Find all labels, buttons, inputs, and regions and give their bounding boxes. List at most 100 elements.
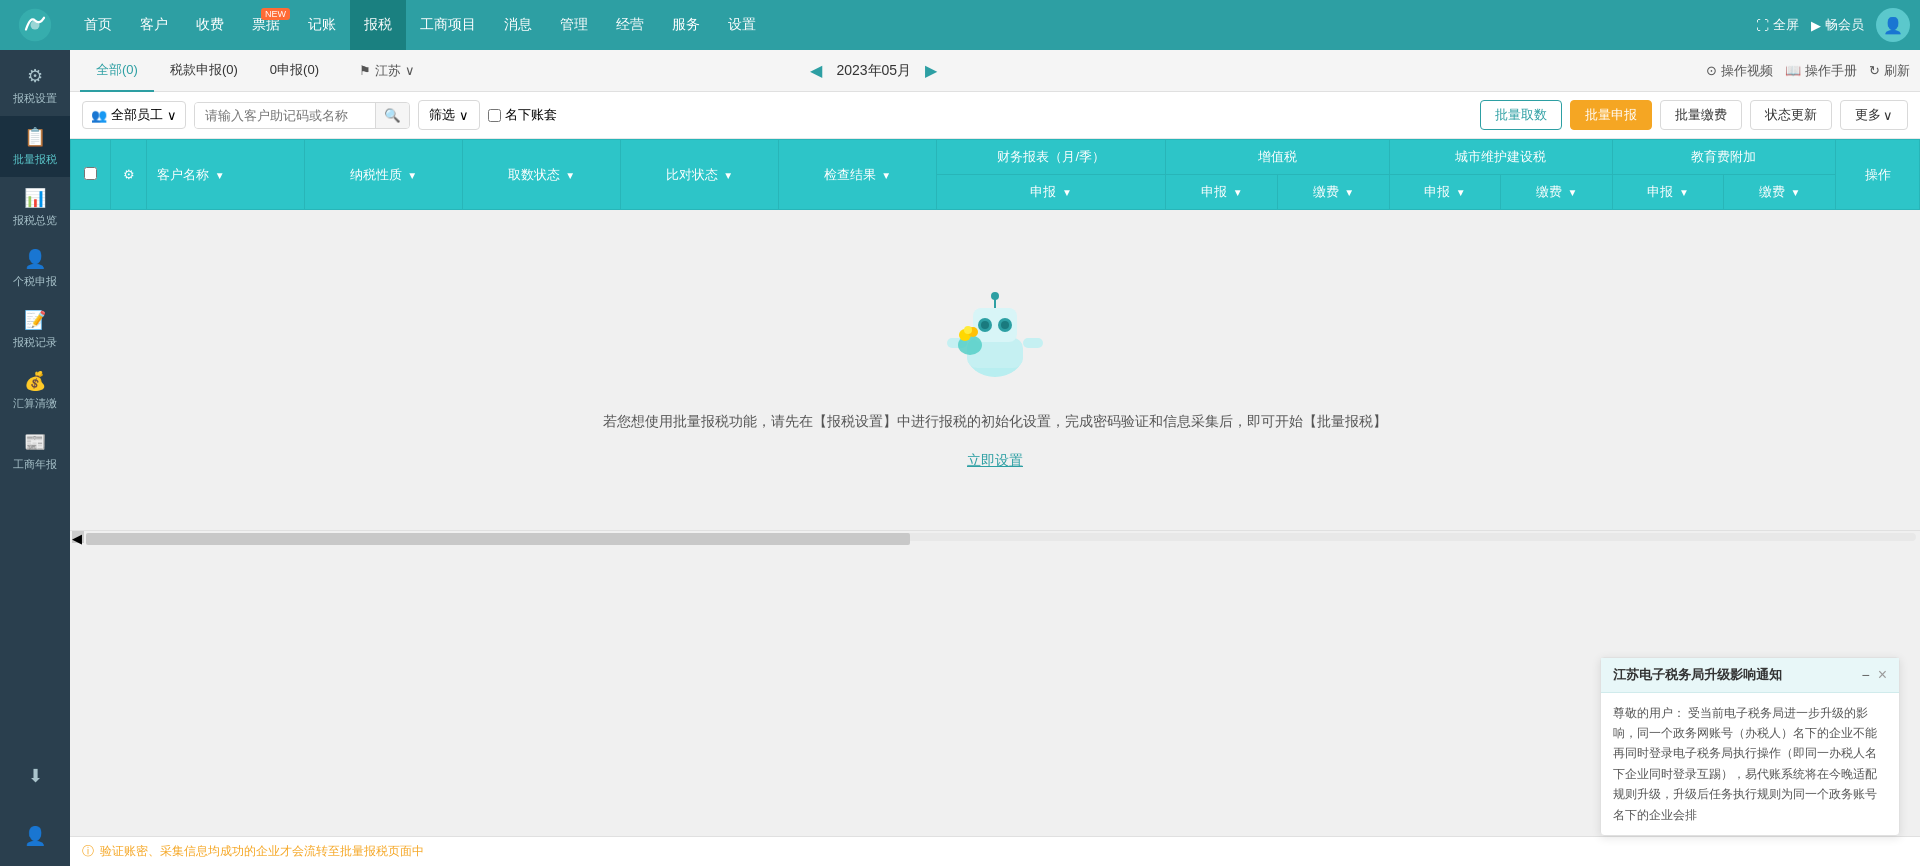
nav-invoice[interactable]: 票据 NEW <box>238 0 294 50</box>
th-check-result: 检查结果 ▼ <box>778 140 936 210</box>
employee-icon: 👥 <box>91 108 107 123</box>
batch-pay-button[interactable]: 批量缴费 <box>1660 100 1742 130</box>
th-vat-pay: 缴费 ▼ <box>1278 175 1390 210</box>
period-text: 2023年05月 <box>836 62 911 80</box>
nav-billing[interactable]: 收费 <box>182 0 238 50</box>
period-next-button[interactable]: ▶ <box>919 59 943 83</box>
svg-point-10 <box>991 292 999 300</box>
check-result-filter-icon[interactable]: ▼ <box>881 170 891 181</box>
notification-header: 江苏电子税务局升级影响通知 − × <box>1601 658 1899 693</box>
user-avatar[interactable]: 👤 <box>1876 8 1910 42</box>
employee-select[interactable]: 👥 全部员工 ∨ <box>82 101 186 129</box>
financial-declare-filter-icon[interactable]: ▼ <box>1062 187 1072 198</box>
checkbox-label[interactable]: 名下账套 <box>488 106 557 124</box>
tax-type-filter-icon[interactable]: ▼ <box>407 170 417 181</box>
filter-dropdown-icon: ∨ <box>459 108 469 123</box>
sidebar-item-tax-summary[interactable]: 📊 报税总览 <box>0 177 70 238</box>
search-input[interactable] <box>195 103 375 128</box>
city-pay-filter-icon[interactable]: ▼ <box>1567 187 1577 198</box>
toolbar: 👥 全部员工 ∨ 🔍 筛选 ∨ 名下账套 批量取数 批量申报 批量缴费 状态更新 <box>70 92 1920 139</box>
sidebar-bottom: ⬇ 👤 <box>0 746 70 866</box>
vat-pay-filter-icon[interactable]: ▼ <box>1344 187 1354 198</box>
h-scroll-left[interactable]: ◀ <box>72 531 84 543</box>
client-name-filter-icon[interactable]: ▼ <box>215 170 225 181</box>
sidebar-item-tax-settings[interactable]: ⚙ 报税设置 <box>0 55 70 116</box>
fullscreen-button[interactable]: ⛶ 全屏 <box>1756 16 1799 34</box>
city-declare-filter-icon[interactable]: ▼ <box>1456 187 1466 198</box>
svg-point-16 <box>964 326 972 334</box>
province-icon: ⚑ <box>359 63 371 78</box>
th-city-pay: 缴费 ▼ <box>1501 175 1613 210</box>
th-gear: ⚙ <box>111 140 147 210</box>
bottom-bar-message: 验证账密、采集信息均成功的企业才会流转至批量报税页面中 <box>100 843 424 860</box>
search-button[interactable]: 🔍 <box>375 103 409 128</box>
fetch-status-filter-icon[interactable]: ▼ <box>565 170 575 181</box>
th-education-tax: 教育费附加 <box>1612 140 1835 175</box>
tab-zero-declare[interactable]: 0申报(0) <box>254 50 335 92</box>
th-edu-pay: 缴费 ▼ <box>1724 175 1836 210</box>
nav-service[interactable]: 服务 <box>658 0 714 50</box>
refresh-icon: ↻ <box>1869 63 1880 78</box>
more-dropdown-icon: ∨ <box>1883 108 1893 123</box>
annual-icon: 📰 <box>24 431 46 453</box>
svg-rect-12 <box>1023 338 1043 348</box>
setup-link[interactable]: 立即设置 <box>967 452 1023 470</box>
sidebar-item-settlement[interactable]: 💰 汇算清缴 <box>0 360 70 421</box>
status-update-button[interactable]: 状态更新 <box>1750 100 1832 130</box>
sidebar-item-personal-tax[interactable]: 👤 个税申报 <box>0 238 70 299</box>
nav-business[interactable]: 工商项目 <box>406 0 490 50</box>
robot-illustration <box>935 270 1055 390</box>
nav-accounting[interactable]: 记账 <box>294 0 350 50</box>
batch-fetch-button[interactable]: 批量取数 <box>1480 100 1562 130</box>
province-selector[interactable]: ⚑ 江苏 ∨ <box>351 62 423 80</box>
gear-icon[interactable]: ⚙ <box>123 167 135 182</box>
nav-settings[interactable]: 设置 <box>714 0 770 50</box>
refresh-button[interactable]: ↻ 刷新 <box>1869 62 1910 80</box>
nav-operation[interactable]: 经营 <box>602 0 658 50</box>
more-button[interactable]: 更多 ∨ <box>1840 100 1908 130</box>
bottom-bar: ⓘ 验证账密、采集信息均成功的企业才会流转至批量报税页面中 <box>70 836 1920 866</box>
employee-dropdown-icon: ∨ <box>167 108 177 123</box>
app-logo[interactable] <box>10 5 60 45</box>
h-scroll-track <box>86 533 1916 541</box>
th-tax-type: 纳税性质 ▼ <box>304 140 462 210</box>
member-button[interactable]: ▶ 畅会员 <box>1811 16 1864 34</box>
video-icon: ⊙ <box>1706 63 1717 78</box>
filter-button[interactable]: 筛选 ∨ <box>418 100 480 130</box>
svg-point-8 <box>1001 321 1009 329</box>
tab-all[interactable]: 全部(0) <box>80 50 154 92</box>
select-all-checkbox[interactable] <box>84 167 97 180</box>
sidebar: ⚙ 报税设置 📋 批量报税 📊 报税总览 👤 个税申报 📝 报税记录 💰 汇算清… <box>0 50 70 866</box>
name-account-checkbox[interactable] <box>488 109 501 122</box>
nav-message[interactable]: 消息 <box>490 0 546 50</box>
th-vat-declare: 申报 ▼ <box>1166 175 1278 210</box>
nav-tax[interactable]: 报税 <box>350 0 406 50</box>
h-scroll-thumb[interactable] <box>86 533 910 545</box>
operation-manual-button[interactable]: 📖 操作手册 <box>1785 62 1857 80</box>
sidebar-item-tax-record[interactable]: 📝 报税记录 <box>0 299 70 360</box>
operation-video-button[interactable]: ⊙ 操作视频 <box>1706 62 1773 80</box>
nav-manage[interactable]: 管理 <box>546 0 602 50</box>
dropdown-icon: ∨ <box>405 63 415 78</box>
th-vat: 增值税 <box>1166 140 1389 175</box>
sidebar-item-download[interactable]: ⬇ <box>0 746 70 806</box>
edu-declare-filter-icon[interactable]: ▼ <box>1679 187 1689 198</box>
period-prev-button[interactable]: ◀ <box>804 59 828 83</box>
sidebar-item-user[interactable]: 👤 <box>0 806 70 866</box>
notif-minimize-button[interactable]: − <box>1861 667 1869 683</box>
notification-body: 尊敬的用户： 受当前电子税务局进一步升级的影响，同一个政务网账号（办税人）名下的… <box>1601 693 1899 835</box>
tab-tax-declare[interactable]: 税款申报(0) <box>154 50 254 92</box>
batch-declare-button[interactable]: 批量申报 <box>1570 100 1652 130</box>
edu-pay-filter-icon[interactable]: ▼ <box>1791 187 1801 198</box>
vat-declare-filter-icon[interactable]: ▼ <box>1233 187 1243 198</box>
compare-status-filter-icon[interactable]: ▼ <box>723 170 733 181</box>
notif-close-button[interactable]: × <box>1878 666 1887 684</box>
th-check <box>71 140 111 210</box>
th-financial-report: 财务报表（月/季） <box>936 140 1166 175</box>
empty-message: 若您想使用批量报税功能，请先在【报税设置】中进行报税的初始化设置，完成密码验证和… <box>603 410 1387 432</box>
nav-customer[interactable]: 客户 <box>126 0 182 50</box>
sidebar-item-annual-report[interactable]: 📰 工商年报 <box>0 421 70 482</box>
sidebar-item-batch-tax[interactable]: 📋 批量报税 <box>0 116 70 177</box>
nav-home[interactable]: 首页 <box>70 0 126 50</box>
th-city-tax: 城市维护建设税 <box>1389 140 1612 175</box>
